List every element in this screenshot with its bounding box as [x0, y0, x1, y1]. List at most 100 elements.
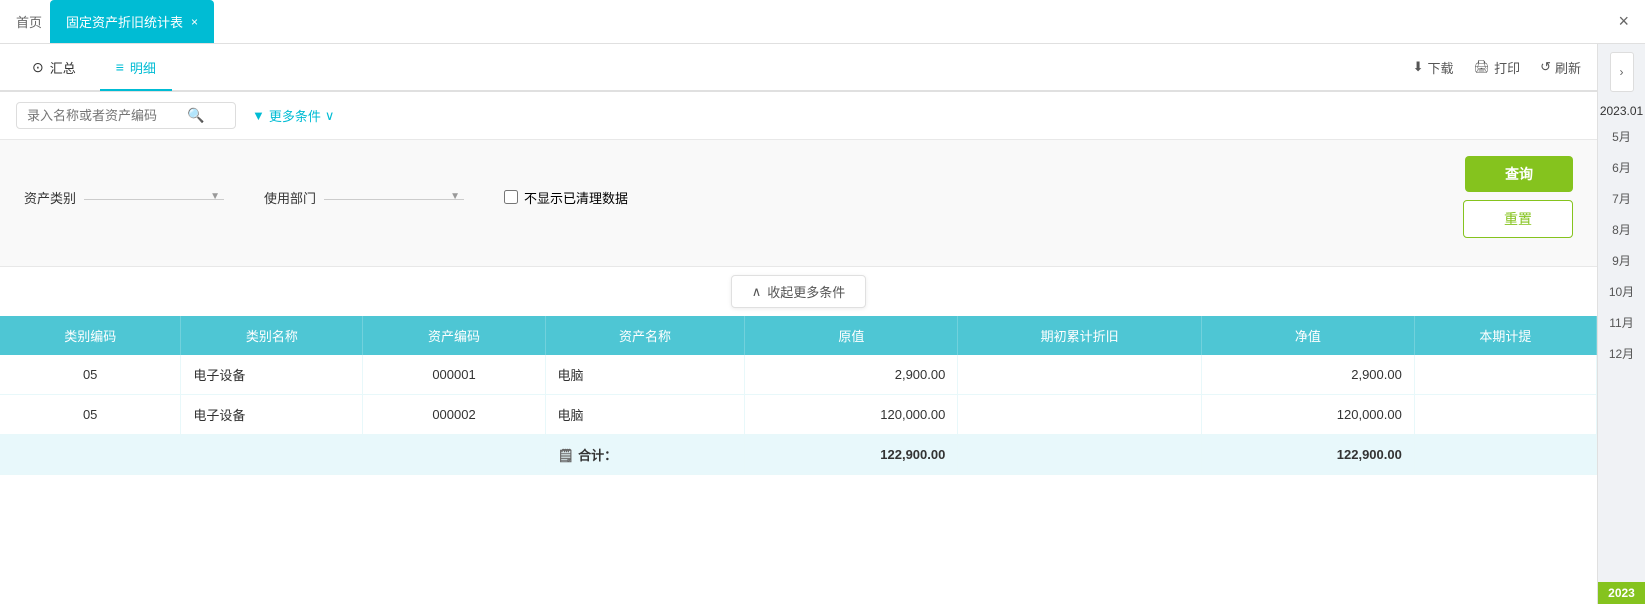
col-header-category-code: 类别编码 — [0, 316, 181, 355]
expand-icon: › — [1620, 65, 1624, 79]
filter-row: 资产类别 ▼ 使用部门 ▼ 不显示已清理数据 — [24, 156, 1573, 238]
cell-asset-name: 电脑 — [545, 355, 745, 395]
tab-detail[interactable]: ≡ 明细 — [100, 45, 172, 91]
col-header-original-value: 原值 — [745, 316, 958, 355]
department-arrow-icon: ▼ — [450, 191, 460, 202]
col-header-category-name: 类别名称 — [181, 316, 363, 355]
search-input[interactable] — [27, 108, 187, 123]
month-list: 5月6月7月8月9月10月11月12月 — [1598, 122, 1645, 368]
refresh-label: 刷新 — [1555, 58, 1581, 77]
close-window-button[interactable]: × — [1618, 11, 1629, 32]
collapse-icon: ∧ — [752, 284, 762, 300]
print-icon: 🖨 — [1474, 59, 1491, 75]
detail-icon: ≡ — [116, 59, 124, 75]
col-header-accumulated-depreciation: 期初累计折旧 — [958, 316, 1202, 355]
cell-original-value: 120,000.00 — [745, 395, 958, 435]
cell-asset-code: 000002 — [363, 395, 545, 435]
asset-category-select[interactable]: ▼ — [84, 195, 224, 200]
sidebar-expand-button[interactable]: › — [1610, 52, 1634, 92]
filter-actions: 查询 重置 — [1463, 156, 1573, 238]
download-label: 下载 — [1428, 58, 1454, 77]
data-table: 类别编码 类别名称 资产编码 资产名称 原值 期初累计折旧 净值 本期计提 05… — [0, 316, 1597, 475]
date-display: 2023.01 — [1596, 100, 1645, 122]
total-row: 🗒合计： 122,900.00 122,900.00 — [0, 435, 1597, 475]
tabs-left: ⊙ 汇总 ≡ 明细 — [16, 44, 172, 90]
filter-icon: ▼ — [252, 108, 265, 123]
search-input-wrap: 🔍 — [16, 102, 236, 129]
asset-category-label: 资产类别 — [24, 188, 76, 207]
main-content: ⊙ 汇总 ≡ 明细 ⬇ 下载 🖨 打印 ↺ 刷 — [0, 44, 1645, 604]
col-header-current-depreciation: 本期计提 — [1414, 316, 1596, 355]
department-group: 使用部门 ▼ — [264, 188, 464, 207]
refresh-button[interactable]: ↺ 刷新 — [1540, 58, 1581, 77]
cell-accumulated-depreciation — [958, 395, 1202, 435]
total-current-depreciation — [1414, 435, 1596, 475]
cell-net-value: 2,900.00 — [1201, 355, 1414, 395]
cell-accumulated-depreciation — [958, 355, 1202, 395]
close-tab-button[interactable]: × — [191, 15, 198, 29]
left-panel: ⊙ 汇总 ≡ 明细 ⬇ 下载 🖨 打印 ↺ 刷 — [0, 44, 1597, 604]
cell-asset-code: 000001 — [363, 355, 545, 395]
search-bar: 🔍 ▼ 更多条件 ∨ — [0, 92, 1597, 140]
cell-original-value: 2,900.00 — [745, 355, 958, 395]
total-net-value: 122,900.00 — [1201, 435, 1414, 475]
tabs-actions: ⬇ 下载 🖨 打印 ↺ 刷新 — [1413, 58, 1581, 77]
cell-category-name: 电子设备 — [181, 395, 363, 435]
total-label: 🗒合计： — [545, 435, 745, 475]
reset-button[interactable]: 重置 — [1463, 200, 1573, 238]
cell-category-name: 电子设备 — [181, 355, 363, 395]
hide-cleared-checkbox[interactable] — [504, 190, 518, 204]
cell-current-depreciation — [1414, 355, 1596, 395]
cell-category-code: 05 — [0, 395, 181, 435]
department-label: 使用部门 — [264, 188, 316, 207]
month-item[interactable]: 11月 — [1602, 308, 1641, 337]
filter-panel: 资产类别 ▼ 使用部门 ▼ 不显示已清理数据 — [0, 140, 1597, 267]
asset-category-arrow-icon: ▼ — [210, 191, 220, 202]
top-nav: 首页 固定资产折旧统计表 × × — [0, 0, 1645, 44]
collapse-row: ∧ 收起更多条件 — [0, 267, 1597, 316]
month-item[interactable]: 10月 — [1602, 277, 1641, 306]
summary-icon: ⊙ — [32, 59, 44, 76]
table-header-row: 类别编码 类别名称 资产编码 资产名称 原值 期初累计折旧 净值 本期计提 — [0, 316, 1597, 355]
tab-detail-label: 明细 — [130, 58, 156, 77]
cell-category-code: 05 — [0, 355, 181, 395]
month-item[interactable]: 6月 — [1602, 153, 1641, 182]
table-row: 05 电子设备 000002 电脑 120,000.00 120,000.00 — [0, 395, 1597, 435]
collapse-button[interactable]: ∧ 收起更多条件 — [731, 275, 867, 308]
active-tab[interactable]: 固定资产折旧统计表 × — [50, 0, 214, 43]
hide-cleared-label: 不显示已清理数据 — [524, 188, 628, 207]
search-icon[interactable]: 🔍 — [187, 107, 204, 124]
refresh-icon: ↺ — [1540, 59, 1551, 75]
download-button[interactable]: ⬇ 下载 — [1413, 58, 1454, 77]
month-item[interactable]: 12月 — [1602, 339, 1641, 368]
total-label-cell — [0, 435, 545, 475]
month-item[interactable]: 5月 — [1602, 122, 1641, 151]
chevron-down-icon: ∨ — [325, 108, 335, 124]
col-header-asset-code: 资产编码 — [363, 316, 545, 355]
total-accumulated-depreciation — [958, 435, 1202, 475]
data-table-wrapper: 类别编码 类别名称 资产编码 资产名称 原值 期初累计折旧 净值 本期计提 05… — [0, 316, 1597, 604]
tab-summary[interactable]: ⊙ 汇总 — [16, 45, 92, 91]
table-row: 05 电子设备 000001 电脑 2,900.00 2,900.00 — [0, 355, 1597, 395]
cell-current-depreciation — [1414, 395, 1596, 435]
department-select[interactable]: ▼ — [324, 195, 464, 200]
tab-summary-label: 汇总 — [50, 58, 76, 77]
col-header-asset-name: 资产名称 — [545, 316, 745, 355]
tabs-row: ⊙ 汇总 ≡ 明细 ⬇ 下载 🖨 打印 ↺ 刷 — [0, 44, 1597, 92]
cell-net-value: 120,000.00 — [1201, 395, 1414, 435]
collapse-label: 收起更多条件 — [767, 282, 845, 301]
print-button[interactable]: 🖨 打印 — [1474, 58, 1521, 77]
col-header-net-value: 净值 — [1201, 316, 1414, 355]
month-item[interactable]: 7月 — [1602, 184, 1641, 213]
query-button[interactable]: 查询 — [1465, 156, 1573, 192]
more-conditions-label: 更多条件 — [269, 106, 321, 125]
hide-cleared-group: 不显示已清理数据 — [504, 188, 628, 207]
cell-asset-name: 电脑 — [545, 395, 745, 435]
month-item[interactable]: 9月 — [1602, 246, 1641, 275]
tab-label: 固定资产折旧统计表 — [66, 12, 183, 31]
more-conditions-button[interactable]: ▼ 更多条件 ∨ — [252, 106, 334, 125]
month-item[interactable]: 8月 — [1602, 215, 1641, 244]
right-sidebar: › 2023.01 5月6月7月8月9月10月11月12月 2023 — [1597, 44, 1645, 604]
home-link[interactable]: 首页 — [16, 12, 42, 31]
total-original-value: 122,900.00 — [745, 435, 958, 475]
